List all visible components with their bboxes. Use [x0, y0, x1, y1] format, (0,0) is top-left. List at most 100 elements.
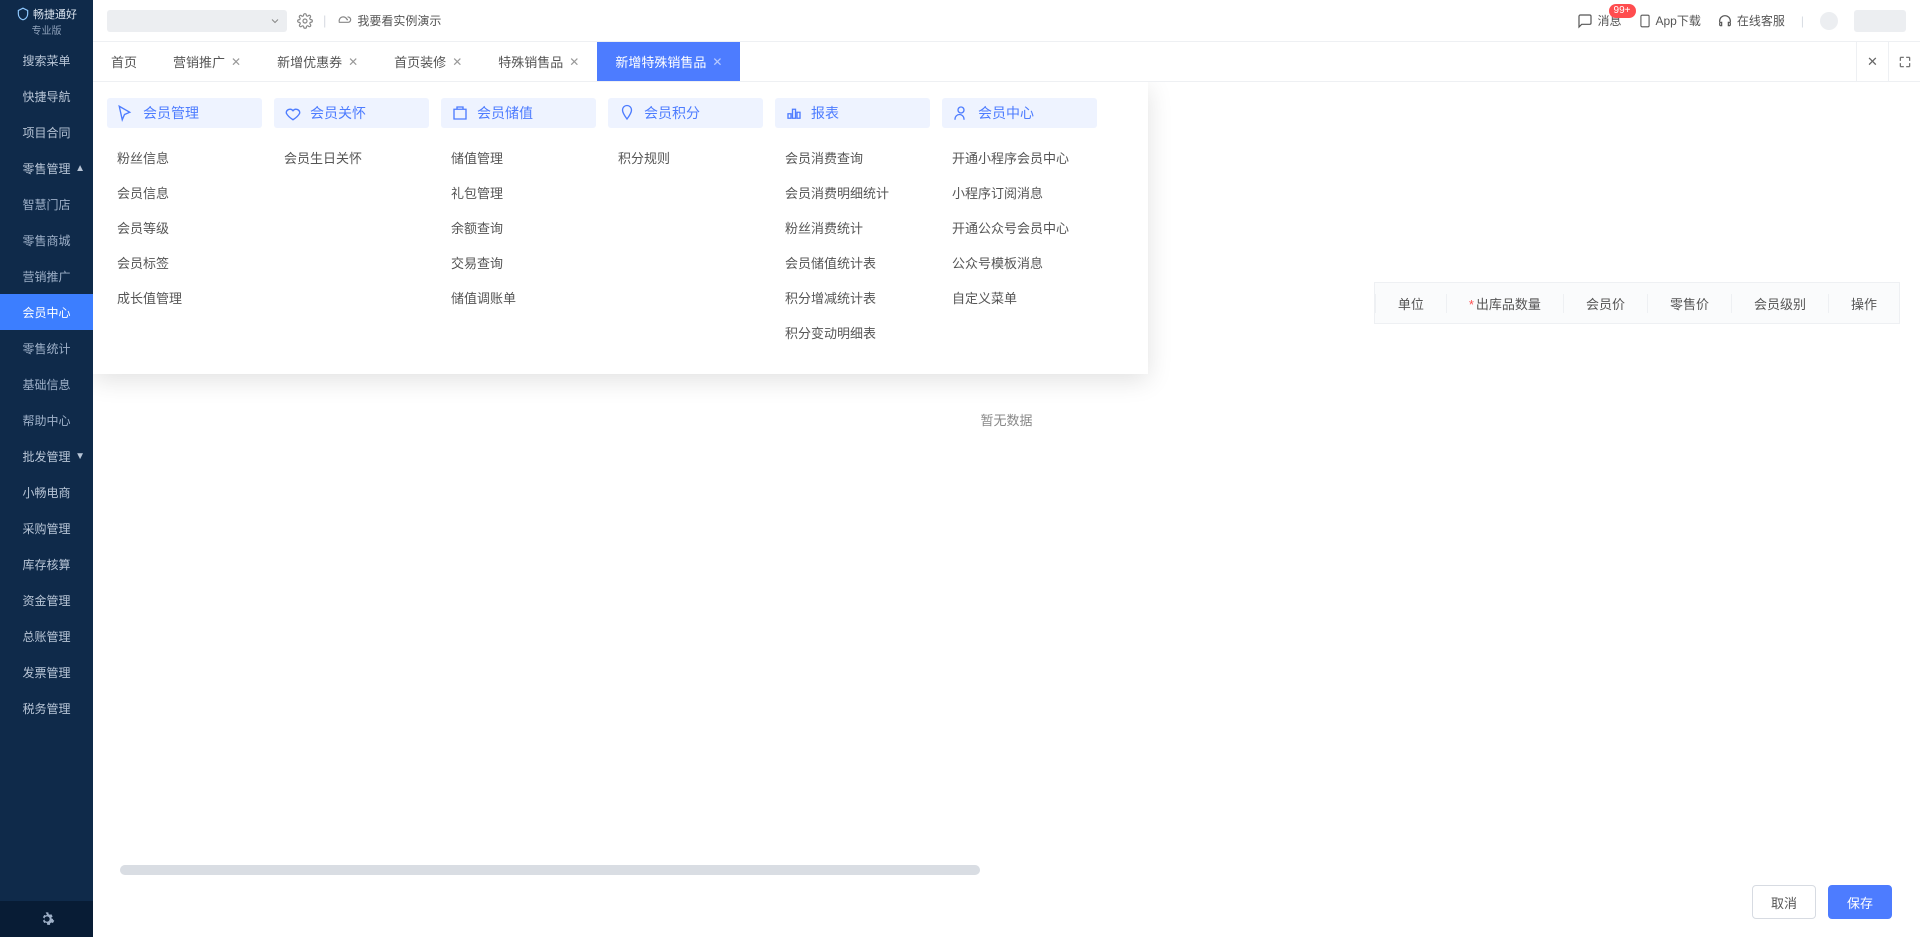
- sidebar-item-16[interactable]: 总账管理: [0, 618, 93, 654]
- scrollbar-thumb[interactable]: [120, 865, 980, 875]
- mega-link-2-3[interactable]: 交易查询: [441, 245, 596, 280]
- tab-5[interactable]: 新增特殊销售品✕: [597, 42, 740, 81]
- mega-link-2-2[interactable]: 余额查询: [441, 210, 596, 245]
- online-service-button[interactable]: 在线客服: [1717, 12, 1785, 29]
- mega-heading: 会员关怀: [274, 98, 429, 128]
- sidebar-item-label: 采购管理: [22, 520, 70, 537]
- table-header: 单位*出库品数量会员价零售价会员级别操作: [1374, 282, 1900, 324]
- sidebar-item-9[interactable]: 基础信息: [0, 366, 93, 402]
- sidebar-item-6[interactable]: 营销推广: [0, 258, 93, 294]
- close-icon[interactable]: ✕: [569, 55, 579, 69]
- headset-icon: [1717, 13, 1733, 29]
- org-selector[interactable]: [107, 10, 287, 32]
- table-col-5: 操作: [1828, 294, 1899, 313]
- tab-4[interactable]: 特殊销售品✕: [480, 42, 597, 81]
- expand-icon: [1898, 55, 1912, 69]
- demo-link[interactable]: 我要看实例演示: [336, 12, 441, 29]
- close-icon[interactable]: ✕: [452, 55, 462, 69]
- sidebar-item-11[interactable]: 批发管理▼: [0, 438, 93, 474]
- table-col-3: 零售价: [1647, 294, 1731, 313]
- mega-link-2-1[interactable]: 礼包管理: [441, 175, 596, 210]
- avatar-small[interactable]: [1820, 12, 1838, 30]
- sidebar-item-3[interactable]: 零售管理▲: [0, 150, 93, 186]
- mega-link-4-5[interactable]: 积分变动明细表: [775, 315, 930, 350]
- mega-link-0-3[interactable]: 会员标签: [107, 245, 262, 280]
- sidebar-item-17[interactable]: 发票管理: [0, 654, 93, 690]
- table-col-label: 会员级别: [1754, 297, 1806, 312]
- sidebar-item-12[interactable]: 小畅电商: [0, 474, 93, 510]
- sidebar-item-14[interactable]: 库存核算: [0, 546, 93, 582]
- sidebar-item-13[interactable]: 采购管理: [0, 510, 93, 546]
- mega-link-3-0[interactable]: 积分规则: [608, 140, 763, 175]
- sidebar-item-5[interactable]: 零售商城: [0, 222, 93, 258]
- horizontal-scrollbar[interactable]: [120, 865, 980, 875]
- sidebar-item-2[interactable]: 项目合同: [0, 114, 93, 150]
- sidebar-item-label: 搜索菜单: [22, 52, 70, 69]
- sidebar-item-label: 帮助中心: [22, 412, 70, 429]
- brand-edition: 专业版: [32, 22, 62, 37]
- sidebar-item-8[interactable]: 零售统计: [0, 330, 93, 366]
- sidebar-item-10[interactable]: 帮助中心: [0, 402, 93, 438]
- sidebar-item-0[interactable]: 搜索菜单: [0, 42, 93, 78]
- sidebar-item-15[interactable]: 资金管理: [0, 582, 93, 618]
- sidebar-menu: 搜索菜单快捷导航项目合同零售管理▲智慧门店零售商城营销推广会员中心零售统计基础信…: [0, 42, 93, 901]
- mega-column-2: 会员储值储值管理礼包管理余额查询交易查询储值调账单: [441, 98, 596, 350]
- app-download-button[interactable]: App下载: [1638, 12, 1701, 29]
- mega-link-0-1[interactable]: 会员信息: [107, 175, 262, 210]
- table-col-0: 单位: [1375, 294, 1446, 313]
- sidebar-item-1[interactable]: 快捷导航: [0, 78, 93, 114]
- table-col-label: 单位: [1398, 297, 1424, 312]
- table-col-label: 操作: [1851, 297, 1877, 312]
- tab-2[interactable]: 新增优惠券✕: [259, 42, 376, 81]
- save-button[interactable]: 保存: [1828, 885, 1892, 919]
- mega-link-5-0[interactable]: 开通小程序会员中心: [942, 140, 1097, 175]
- sidebar-item-18[interactable]: 税务管理: [0, 690, 93, 726]
- mega-heading-icon: [785, 104, 803, 122]
- mega-link-5-4[interactable]: 自定义菜单: [942, 280, 1097, 315]
- mega-link-4-3[interactable]: 会员储值统计表: [775, 245, 930, 280]
- mega-link-4-0[interactable]: 会员消费查询: [775, 140, 930, 175]
- footer-actions: 取消 保存: [1752, 885, 1892, 919]
- tab-fullscreen[interactable]: [1888, 42, 1920, 81]
- sidebar-item-7[interactable]: 会员中心: [0, 294, 93, 330]
- sidebar-item-label: 零售商城: [22, 232, 70, 249]
- mega-link-0-4[interactable]: 成长值管理: [107, 280, 262, 315]
- mega-heading-label: 会员储值: [477, 103, 533, 123]
- close-icon[interactable]: ✕: [348, 55, 358, 69]
- mega-link-1-0[interactable]: 会员生日关怀: [274, 140, 429, 175]
- required-mark: *: [1469, 297, 1474, 312]
- message-button[interactable]: 消息 99+: [1577, 12, 1621, 29]
- mega-link-2-0[interactable]: 储值管理: [441, 140, 596, 175]
- sidebar-item-4[interactable]: 智慧门店: [0, 186, 93, 222]
- user-block[interactable]: [1854, 10, 1906, 32]
- sidebar-settings[interactable]: [0, 901, 93, 937]
- tab-3[interactable]: 首页装修✕: [376, 42, 480, 81]
- brand-icon: [16, 7, 30, 21]
- close-icon[interactable]: ✕: [712, 55, 722, 69]
- mega-link-0-0[interactable]: 粉丝信息: [107, 140, 262, 175]
- mega-link-4-4[interactable]: 积分增减统计表: [775, 280, 930, 315]
- mega-heading: 会员积分: [608, 98, 763, 128]
- tabs-row: 首页营销推广✕新增优惠券✕首页装修✕特殊销售品✕新增特殊销售品✕ ✕: [93, 42, 1920, 82]
- tab-close-current[interactable]: ✕: [1856, 42, 1888, 81]
- mega-link-2-4[interactable]: 储值调账单: [441, 280, 596, 315]
- table-col-1: *出库品数量: [1446, 294, 1563, 313]
- tab-0[interactable]: 首页: [93, 42, 155, 81]
- mega-link-5-1[interactable]: 小程序订阅消息: [942, 175, 1097, 210]
- mega-heading-label: 会员管理: [143, 103, 199, 123]
- mega-link-4-2[interactable]: 粉丝消费统计: [775, 210, 930, 245]
- tab-1[interactable]: 营销推广✕: [155, 42, 259, 81]
- sidebar-item-label: 税务管理: [22, 700, 70, 717]
- close-icon[interactable]: ✕: [231, 55, 241, 69]
- brand-logo: 畅捷通好 专业版: [0, 0, 93, 42]
- mega-link-5-3[interactable]: 公众号模板消息: [942, 245, 1097, 280]
- chevron-icon: ▲: [75, 163, 85, 174]
- mega-heading-icon: [284, 104, 302, 122]
- mega-link-4-1[interactable]: 会员消费明细统计: [775, 175, 930, 210]
- mega-link-5-2[interactable]: 开通公众号会员中心: [942, 210, 1097, 245]
- settings-gear-icon[interactable]: [297, 13, 313, 29]
- mega-heading-icon: [117, 104, 135, 122]
- table-col-label: 零售价: [1670, 297, 1709, 312]
- mega-link-0-2[interactable]: 会员等级: [107, 210, 262, 245]
- cancel-button[interactable]: 取消: [1752, 885, 1816, 919]
